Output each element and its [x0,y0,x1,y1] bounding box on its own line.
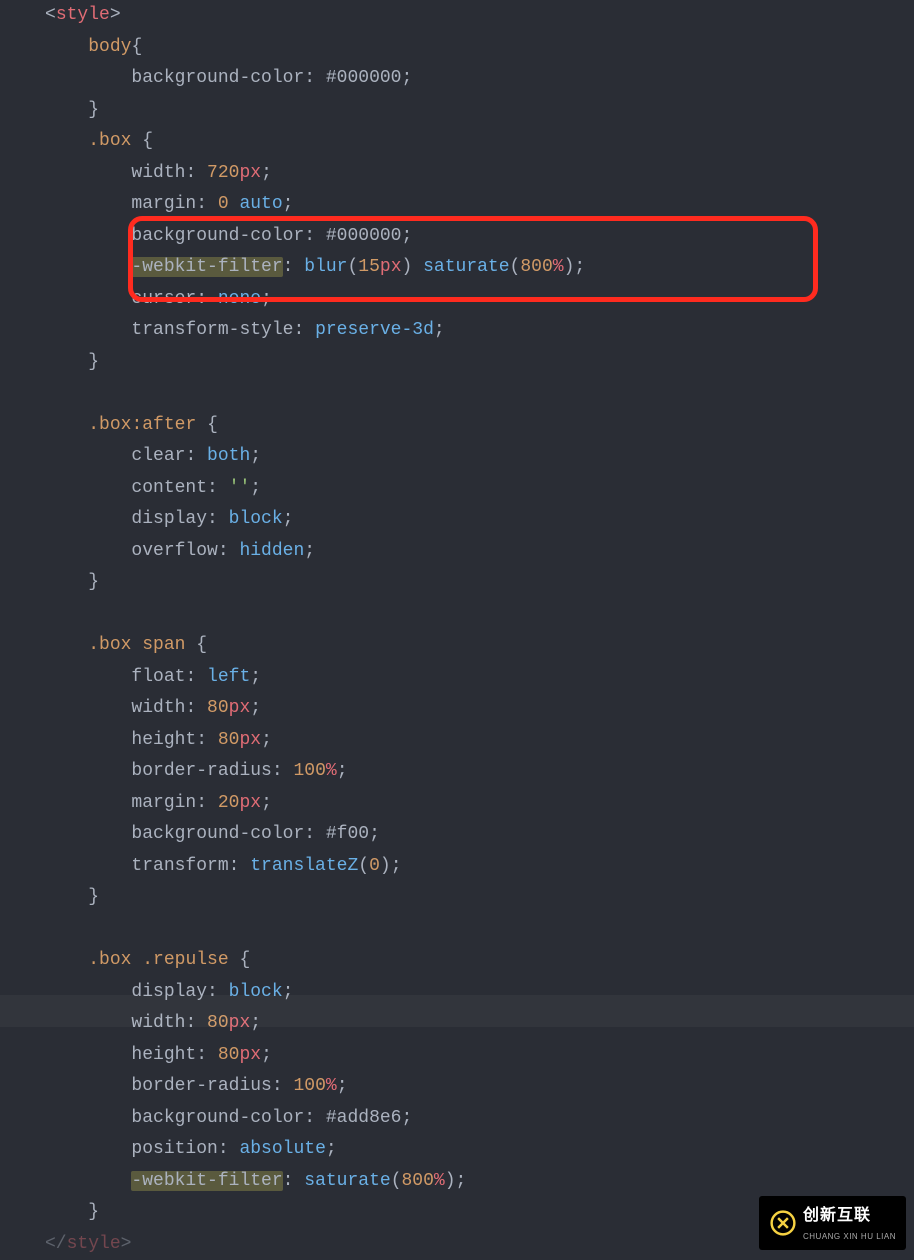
prop-webkit-filter: -webkit-filter [131,257,282,277]
selector-body: body [88,37,131,57]
code-block[interactable]: <style> body{ background-color: #000000;… [0,0,914,1260]
brace-open: { [131,37,142,57]
val-hex: #000000 [326,68,402,88]
prop-bg: background-color [131,68,304,88]
watermark-text-en: CHUANG XIN HU LIAN [803,1230,896,1244]
brace-close: } [88,100,99,120]
prop-webkit-filter-2: -webkit-filter [131,1171,282,1191]
selector-box: .box [88,131,131,151]
watermark-logo-icon [769,1209,797,1237]
tag-open-bracket: < [45,5,56,25]
tag-name-style: style [56,5,110,25]
watermark-badge: 创新互联 CHUANG XIN HU LIAN [759,1196,906,1250]
tag-close-bracket: > [110,5,121,25]
watermark-text-cn: 创新互联 [803,1202,896,1230]
